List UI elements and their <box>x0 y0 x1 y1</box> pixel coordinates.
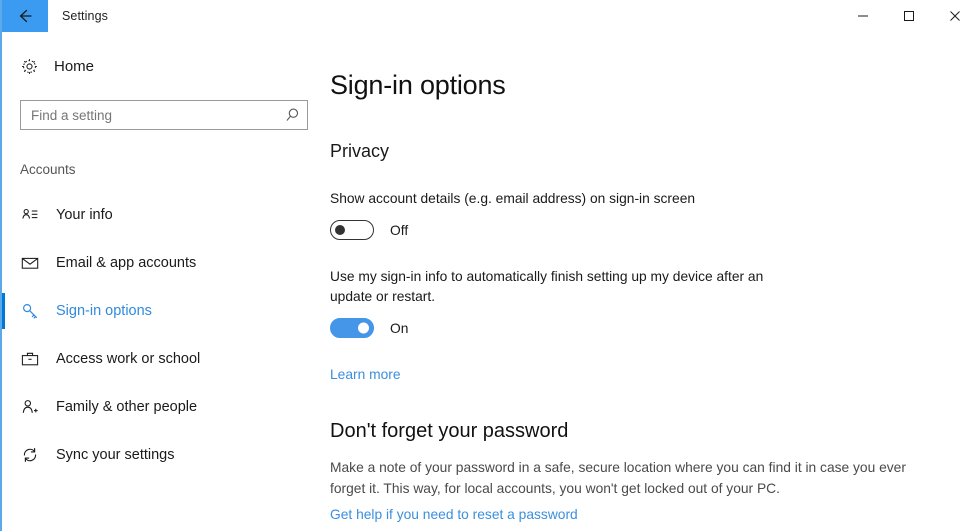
envelope-icon <box>20 253 48 273</box>
toggle-row-use-sign-in-info: On <box>330 318 978 338</box>
sidebar-item-label: Email & app accounts <box>56 255 197 271</box>
password-section-body: Make a note of your password in a safe, … <box>330 460 906 496</box>
setting-description-use-sign-in-info: Use my sign-in info to automatically fin… <box>330 269 764 304</box>
toggle-show-account-details[interactable] <box>330 220 374 240</box>
sidebar-item-label-home: Home <box>54 57 95 75</box>
close-icon <box>950 11 960 21</box>
sidebar-item-label: Access work or school <box>56 351 201 367</box>
minimize-icon <box>858 15 868 17</box>
settings-window: Settings Home Find a setting Accounts Yo… <box>0 0 978 531</box>
sidebar-item-family-other-people[interactable]: Family & other people <box>2 383 326 431</box>
sidebar-item-access-work-or-school[interactable]: Access work or school <box>2 335 326 383</box>
search-box[interactable] <box>20 100 308 130</box>
sidebar-section-label: Accounts <box>20 162 76 177</box>
sidebar-item-sign-in-options[interactable]: Sign-in options <box>2 287 326 335</box>
toggle-state-label: On <box>390 320 409 336</box>
toggle-knob <box>358 322 369 334</box>
window-content: Home Accounts <box>2 32 978 531</box>
maximize-icon <box>904 11 914 21</box>
window-controls <box>840 0 978 32</box>
back-button[interactable] <box>2 0 48 32</box>
title-bar: Settings <box>2 0 978 32</box>
gear-icon <box>20 57 48 76</box>
toggle-knob <box>335 225 345 235</box>
sidebar: Home Accounts <box>2 32 326 531</box>
sidebar-item-label: Sync your settings <box>56 447 175 463</box>
sidebar-item-your-info[interactable]: Your info <box>2 191 326 239</box>
close-button[interactable] <box>932 0 978 32</box>
page-title: Sign-in options <box>330 70 506 100</box>
person-add-icon <box>20 397 48 417</box>
toggle-row-show-account-details: Off <box>330 220 978 240</box>
search-input[interactable] <box>21 101 277 129</box>
password-section-heading: Don't forget your password <box>330 420 569 442</box>
sidebar-item-home[interactable]: Home <box>2 46 326 86</box>
learn-more-link[interactable]: Learn more <box>330 367 401 382</box>
sidebar-item-sync-your-settings[interactable]: Sync your settings <box>2 431 326 479</box>
maximize-button[interactable] <box>886 0 932 32</box>
main-panel: Sign-in options Privacy Show account det… <box>326 32 978 531</box>
minimize-button[interactable] <box>840 0 886 32</box>
sync-icon <box>20 445 48 465</box>
window-title: Settings <box>62 9 108 23</box>
privacy-section-heading: Privacy <box>330 141 390 161</box>
back-arrow-icon <box>19 9 32 23</box>
contact-card-icon <box>20 205 48 225</box>
sidebar-item-email-app-accounts[interactable]: Email & app accounts <box>2 239 326 287</box>
toggle-use-sign-in-info[interactable] <box>330 318 374 338</box>
sidebar-item-label: Sign-in options <box>56 303 152 319</box>
key-icon <box>20 301 48 321</box>
briefcase-icon <box>20 349 48 369</box>
sidebar-item-label: Family & other people <box>56 399 198 415</box>
sidebar-item-label: Your info <box>56 207 113 223</box>
setting-description-show-account-details: Show account details (e.g. email address… <box>330 191 696 206</box>
sidebar-nav-list: Your info Email & app accounts Sign-in o… <box>2 191 326 479</box>
search-icon[interactable] <box>277 107 307 123</box>
toggle-state-label: Off <box>390 222 409 238</box>
reset-password-help-link[interactable]: Get help if you need to reset a password <box>330 507 578 522</box>
